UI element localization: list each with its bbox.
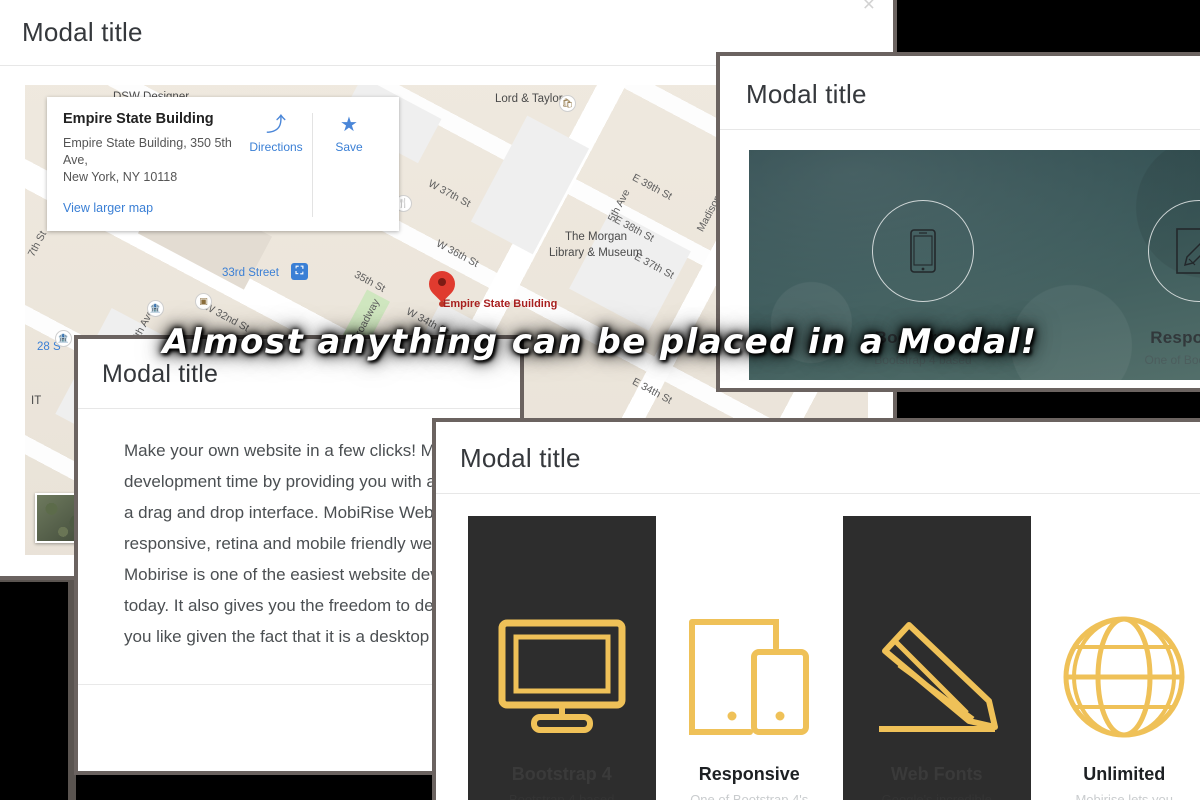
map-info-text: Empire State Building Empire State Build… bbox=[63, 111, 242, 217]
backdrop-bottom-left bbox=[0, 581, 70, 800]
divider bbox=[312, 112, 313, 217]
save-button[interactable]: ★ Save bbox=[315, 113, 383, 154]
map-poi-label: Lord & Taylor bbox=[495, 92, 563, 105]
modal-cards-title: Modal title bbox=[460, 443, 581, 473]
feature-card[interactable]: Responsive One of Bootstrap 4's bbox=[655, 515, 843, 800]
map-card-actions: ⤴ Directions ★ Save bbox=[242, 111, 383, 217]
pencil-icon bbox=[878, 621, 998, 732]
bank-icon: 🏦 bbox=[147, 299, 164, 317]
card-title: Responsive bbox=[698, 763, 800, 784]
modal-cards[interactable]: MOBIRISE Modal title Bootstrap 4 Bootstr… bbox=[432, 418, 1200, 800]
map-address-line1: Empire State Building, 350 5th Ave, bbox=[63, 135, 232, 167]
view-larger-map-link[interactable]: View larger map bbox=[63, 201, 153, 215]
devices-icon bbox=[689, 618, 810, 735]
landmark-icon: 🏦 bbox=[55, 329, 72, 347]
backdrop-top-right bbox=[897, 0, 1200, 57]
directions-button[interactable]: ⤴ Directions bbox=[242, 113, 310, 154]
feature-card[interactable]: Web Fonts Google's incredible bbox=[843, 515, 1031, 800]
feature-card[interactable]: Bootstrap 4 Bootstrap 4 based bbox=[468, 515, 656, 800]
card-sub: One of Bootstrap 4's bbox=[690, 791, 809, 800]
circle-frame bbox=[872, 199, 974, 302]
card-sub: Mobirise lets you bbox=[1075, 791, 1174, 800]
map-info-card[interactable]: Empire State Building Empire State Build… bbox=[47, 96, 399, 231]
feature-column: Bootstrap 4 Bootstrap 4 based bbox=[823, 199, 1023, 367]
save-label: Save bbox=[335, 139, 363, 154]
mobile-icon bbox=[910, 228, 936, 273]
modal-features[interactable]: MOBIRISE Modal title Bootstrap 4 bbox=[716, 52, 1200, 392]
map-poi-label: Library & Museum bbox=[549, 246, 643, 259]
modal-map-title: Modal title bbox=[22, 17, 143, 47]
map-address: Empire State Building, 350 5th Ave, New … bbox=[63, 135, 242, 186]
card-title: Unlimited bbox=[1083, 763, 1166, 784]
card-sub: Google's incredible bbox=[881, 791, 992, 800]
close-icon[interactable]: × bbox=[863, 0, 875, 15]
card-icon-wrap bbox=[873, 612, 1001, 742]
map-address-line2: New York, NY 10118 bbox=[63, 169, 178, 184]
card-icon-wrap bbox=[498, 612, 626, 742]
card-title: Web Fonts bbox=[890, 763, 983, 784]
directions-icon: ⤴ bbox=[266, 113, 286, 136]
map-pin-label: Empire State Building bbox=[443, 297, 558, 310]
screenshot-stage: MOBIRISE Modal title × W 37th St bbox=[0, 0, 1200, 800]
map-transit-label: 33rd Street bbox=[222, 266, 279, 279]
museum-icon: ▣ bbox=[195, 292, 212, 310]
modal-cards-body: Bootstrap 4 Bootstrap 4 based Responsive… bbox=[436, 493, 1200, 800]
feature-card[interactable]: Unlimited Mobirise lets you bbox=[1030, 515, 1200, 800]
modal-cards-header: Modal title bbox=[436, 422, 1200, 494]
circle-frame bbox=[1148, 199, 1200, 302]
feature-sub: Bootstrap 4 based bbox=[874, 352, 972, 367]
feature-column: Responsive One of Bootstrap 4's bbox=[1099, 199, 1200, 367]
monitor-icon bbox=[498, 619, 626, 733]
feature-caption: Bootstrap 4 bbox=[874, 327, 972, 347]
pin-dot bbox=[438, 277, 446, 286]
modal-features-body: Bootstrap 4 Bootstrap 4 based Responsive… bbox=[720, 149, 1200, 380]
shop-icon: 🛍 bbox=[559, 94, 576, 112]
modal-features-title: Modal title bbox=[746, 79, 867, 109]
star-icon: ★ bbox=[340, 113, 358, 136]
map-poi-label: IT bbox=[31, 394, 42, 407]
modal-features-header: Modal title bbox=[720, 56, 1200, 130]
feature-photo: Bootstrap 4 Bootstrap 4 based Responsive… bbox=[749, 149, 1200, 380]
modal-text-title: Modal title bbox=[102, 360, 219, 388]
card-icon-wrap bbox=[688, 612, 810, 742]
modal-text-header: Modal title bbox=[78, 339, 520, 410]
pencil-icon bbox=[1176, 227, 1200, 274]
card-icon-wrap bbox=[1061, 612, 1187, 742]
map-poi-label: The Morgan bbox=[565, 230, 628, 243]
feature-caption: Responsive bbox=[1150, 327, 1200, 347]
map-place-name: Empire State Building bbox=[63, 110, 214, 127]
feature-sub: One of Bootstrap 4's bbox=[1144, 352, 1200, 367]
rail-badge-icon: ⛶ bbox=[291, 262, 308, 280]
card-sub: Bootstrap 4 based bbox=[508, 791, 615, 800]
globe-icon bbox=[1063, 616, 1185, 737]
directions-label: Directions bbox=[249, 139, 303, 154]
card-title: Bootstrap 4 bbox=[511, 763, 612, 784]
